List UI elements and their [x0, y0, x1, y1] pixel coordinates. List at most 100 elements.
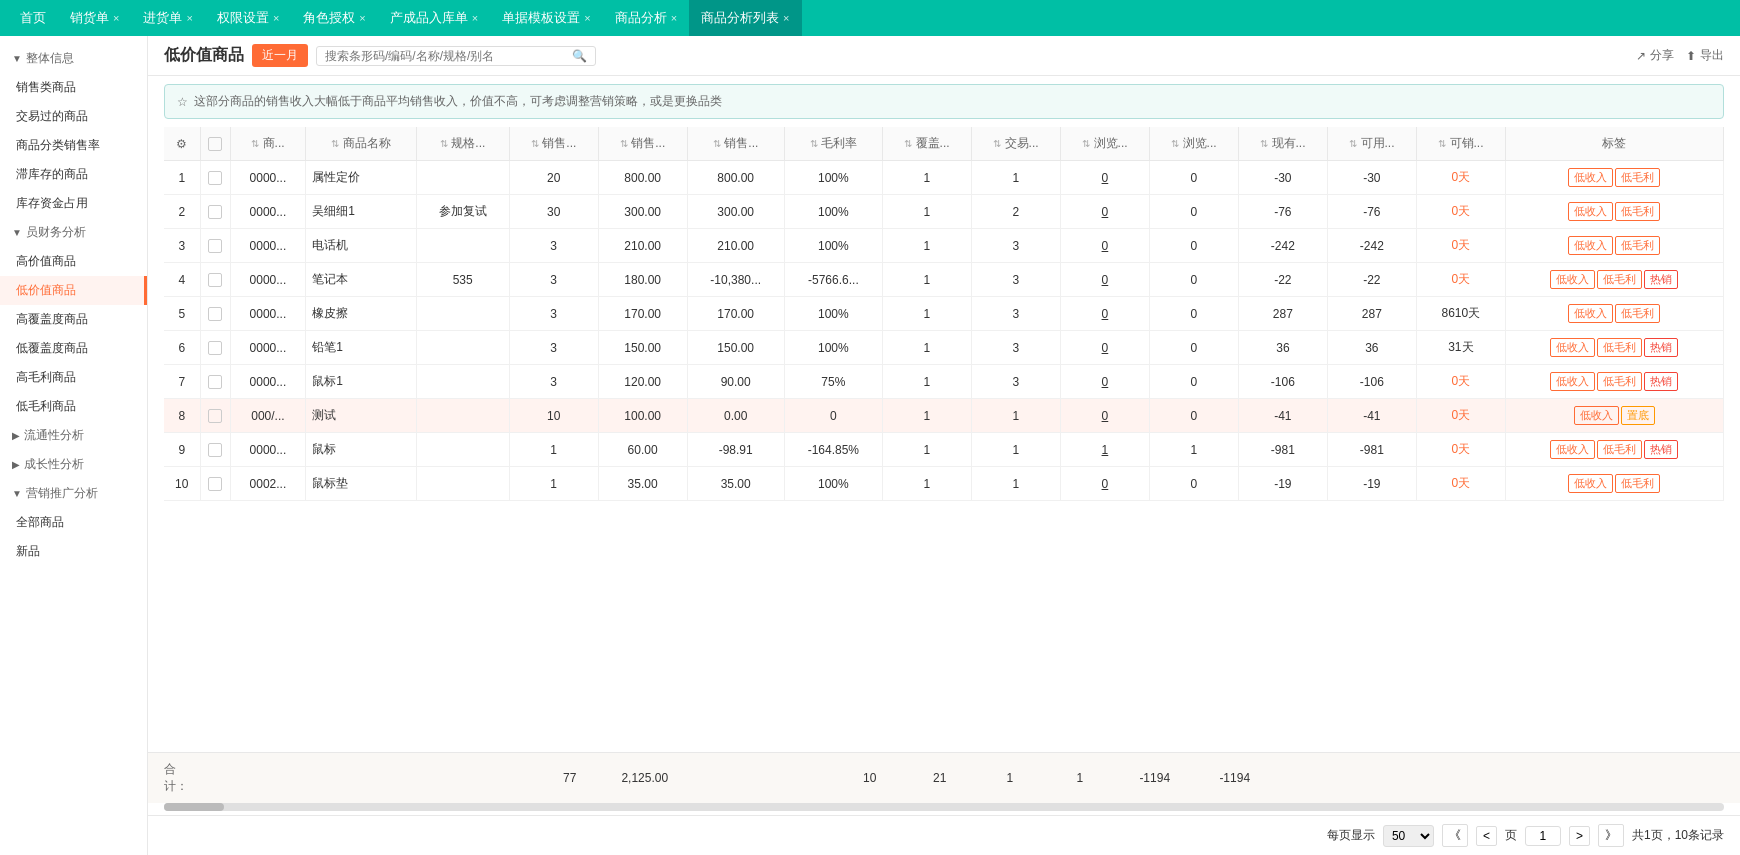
- nav-purchase-close[interactable]: ×: [186, 0, 192, 36]
- cell-days: 0天: [1416, 161, 1505, 195]
- cell-days: 31天: [1416, 331, 1505, 365]
- view1-value[interactable]: 0: [1102, 239, 1109, 253]
- sidebar-item-low-margin[interactable]: 低毛利商品: [0, 392, 147, 421]
- row-checkbox[interactable]: [208, 171, 222, 185]
- cell-checkbox[interactable]: [200, 399, 230, 433]
- checkbox-all[interactable]: [208, 137, 222, 151]
- search-icon[interactable]: 🔍: [572, 49, 587, 63]
- view1-value[interactable]: 0: [1102, 375, 1109, 389]
- cell-stock: -106: [1238, 365, 1327, 399]
- row-checkbox[interactable]: [208, 307, 222, 321]
- sidebar-item-all-products[interactable]: 全部商品: [0, 508, 147, 537]
- cell-tags: 低收入低毛利: [1505, 229, 1723, 263]
- sidebar-item-high-margin[interactable]: 高毛利商品: [0, 363, 147, 392]
- filter-recent-month[interactable]: 近一月: [252, 44, 308, 67]
- row-checkbox[interactable]: [208, 341, 222, 355]
- prev-page-btn[interactable]: <: [1476, 826, 1497, 846]
- view1-value[interactable]: 0: [1102, 341, 1109, 355]
- cell-available: -242: [1327, 229, 1416, 263]
- sidebar-item-capital[interactable]: 库存资金占用: [0, 189, 147, 218]
- cell-checkbox[interactable]: [200, 433, 230, 467]
- cell-tags: 低收入低毛利热销: [1505, 263, 1723, 297]
- page-input[interactable]: [1525, 826, 1561, 846]
- nav-analysis-close[interactable]: ×: [671, 0, 677, 36]
- nav-sales-close[interactable]: ×: [113, 0, 119, 36]
- cell-checkbox[interactable]: [200, 195, 230, 229]
- cell-checkbox[interactable]: [200, 297, 230, 331]
- nav-sales[interactable]: 销货单 ×: [58, 0, 131, 36]
- tag: 低毛利: [1615, 202, 1660, 221]
- next-page-btn[interactable]: >: [1569, 826, 1590, 846]
- row-checkbox[interactable]: [208, 273, 222, 287]
- view1-value[interactable]: 0: [1102, 205, 1109, 219]
- scrollbar-thumb[interactable]: [164, 803, 224, 811]
- nav-permission[interactable]: 权限设置 ×: [205, 0, 291, 36]
- sidebar-section-growth[interactable]: ▶ 成长性分析: [0, 450, 147, 479]
- nav-analysis[interactable]: 商品分析 ×: [603, 0, 689, 36]
- sidebar-section-overview[interactable]: ▼ 整体信息: [0, 44, 147, 73]
- nav-purchase[interactable]: 进货单 ×: [131, 0, 204, 36]
- nav-analysis-list[interactable]: 商品分析列表 ×: [689, 0, 801, 36]
- cell-checkbox[interactable]: [200, 331, 230, 365]
- export-button[interactable]: ⬆ 导出: [1686, 47, 1724, 64]
- nav-product-in-close[interactable]: ×: [472, 0, 478, 36]
- cell-checkbox[interactable]: [200, 365, 230, 399]
- row-checkbox[interactable]: [208, 477, 222, 491]
- tag: 低收入: [1550, 372, 1595, 391]
- nav-template[interactable]: 单据模板设置 ×: [490, 0, 602, 36]
- cell-name: 吴细细1: [306, 195, 416, 229]
- view1-value[interactable]: 0: [1102, 307, 1109, 321]
- sidebar-item-high-value[interactable]: 高价值商品: [0, 247, 147, 276]
- view1-value[interactable]: 1: [1102, 443, 1109, 457]
- nav-home[interactable]: 首页: [8, 0, 58, 36]
- per-page-select[interactable]: 50 100: [1383, 825, 1434, 847]
- nav-product-in[interactable]: 产成品入库单 ×: [378, 0, 490, 36]
- sidebar-item-category-rate[interactable]: 商品分类销售率: [0, 131, 147, 160]
- view1-value[interactable]: 0: [1102, 171, 1109, 185]
- sidebar-item-low-value[interactable]: 低价值商品: [0, 276, 147, 305]
- horizontal-scrollbar[interactable]: [164, 803, 1724, 811]
- sidebar-item-sales-product[interactable]: 销售类商品: [0, 73, 147, 102]
- sidebar-section-flow[interactable]: ▶ 流通性分析: [0, 421, 147, 450]
- view1-value[interactable]: 0: [1102, 273, 1109, 287]
- sidebar-section-finance[interactable]: ▼ 员财务分析: [0, 218, 147, 247]
- cell-name: 鼠标: [306, 433, 416, 467]
- cell-s3: 800.00: [687, 161, 784, 195]
- view1-value[interactable]: 0: [1102, 477, 1109, 491]
- nav-analysis-list-close[interactable]: ×: [783, 0, 789, 36]
- search-input[interactable]: [325, 49, 568, 63]
- cell-margin: 100%: [784, 297, 882, 331]
- cell-checkbox[interactable]: [200, 263, 230, 297]
- cell-checkbox[interactable]: [200, 467, 230, 501]
- sidebar-item-slow[interactable]: 滞库存的商品: [0, 160, 147, 189]
- sidebar-item-new[interactable]: 新品: [0, 537, 147, 566]
- nav-role-close[interactable]: ×: [359, 0, 365, 36]
- cell-view1: 0: [1060, 467, 1149, 501]
- total-col7: 1: [975, 771, 1045, 785]
- sidebar-item-high-coverage[interactable]: 高覆盖度商品: [0, 305, 147, 334]
- sidebar-item-traded[interactable]: 交易过的商品: [0, 102, 147, 131]
- row-checkbox[interactable]: [208, 375, 222, 389]
- tag: 热销: [1644, 270, 1678, 289]
- nav-permission-close[interactable]: ×: [273, 0, 279, 36]
- nav-template-close[interactable]: ×: [584, 0, 590, 36]
- col-setting[interactable]: ⚙: [164, 127, 200, 161]
- share-button[interactable]: ↗ 分享: [1636, 47, 1674, 64]
- last-page-btn[interactable]: 》: [1598, 824, 1624, 847]
- row-checkbox[interactable]: [208, 239, 222, 253]
- cell-num: 4: [164, 263, 200, 297]
- cell-checkbox[interactable]: [200, 161, 230, 195]
- first-page-btn[interactable]: 《: [1442, 824, 1468, 847]
- nav-role[interactable]: 角色授权 ×: [291, 0, 377, 36]
- cell-view1: 0: [1060, 263, 1149, 297]
- col-checkbox-all[interactable]: [200, 127, 230, 161]
- sidebar-item-low-coverage[interactable]: 低覆盖度商品: [0, 334, 147, 363]
- cell-checkbox[interactable]: [200, 229, 230, 263]
- export-icon: ⬆: [1686, 49, 1696, 63]
- row-checkbox[interactable]: [208, 409, 222, 423]
- view1-value[interactable]: 0: [1102, 409, 1109, 423]
- cell-days: 0天: [1416, 365, 1505, 399]
- row-checkbox[interactable]: [208, 443, 222, 457]
- sidebar-section-marketing[interactable]: ▼ 营销推广分析: [0, 479, 147, 508]
- row-checkbox[interactable]: [208, 205, 222, 219]
